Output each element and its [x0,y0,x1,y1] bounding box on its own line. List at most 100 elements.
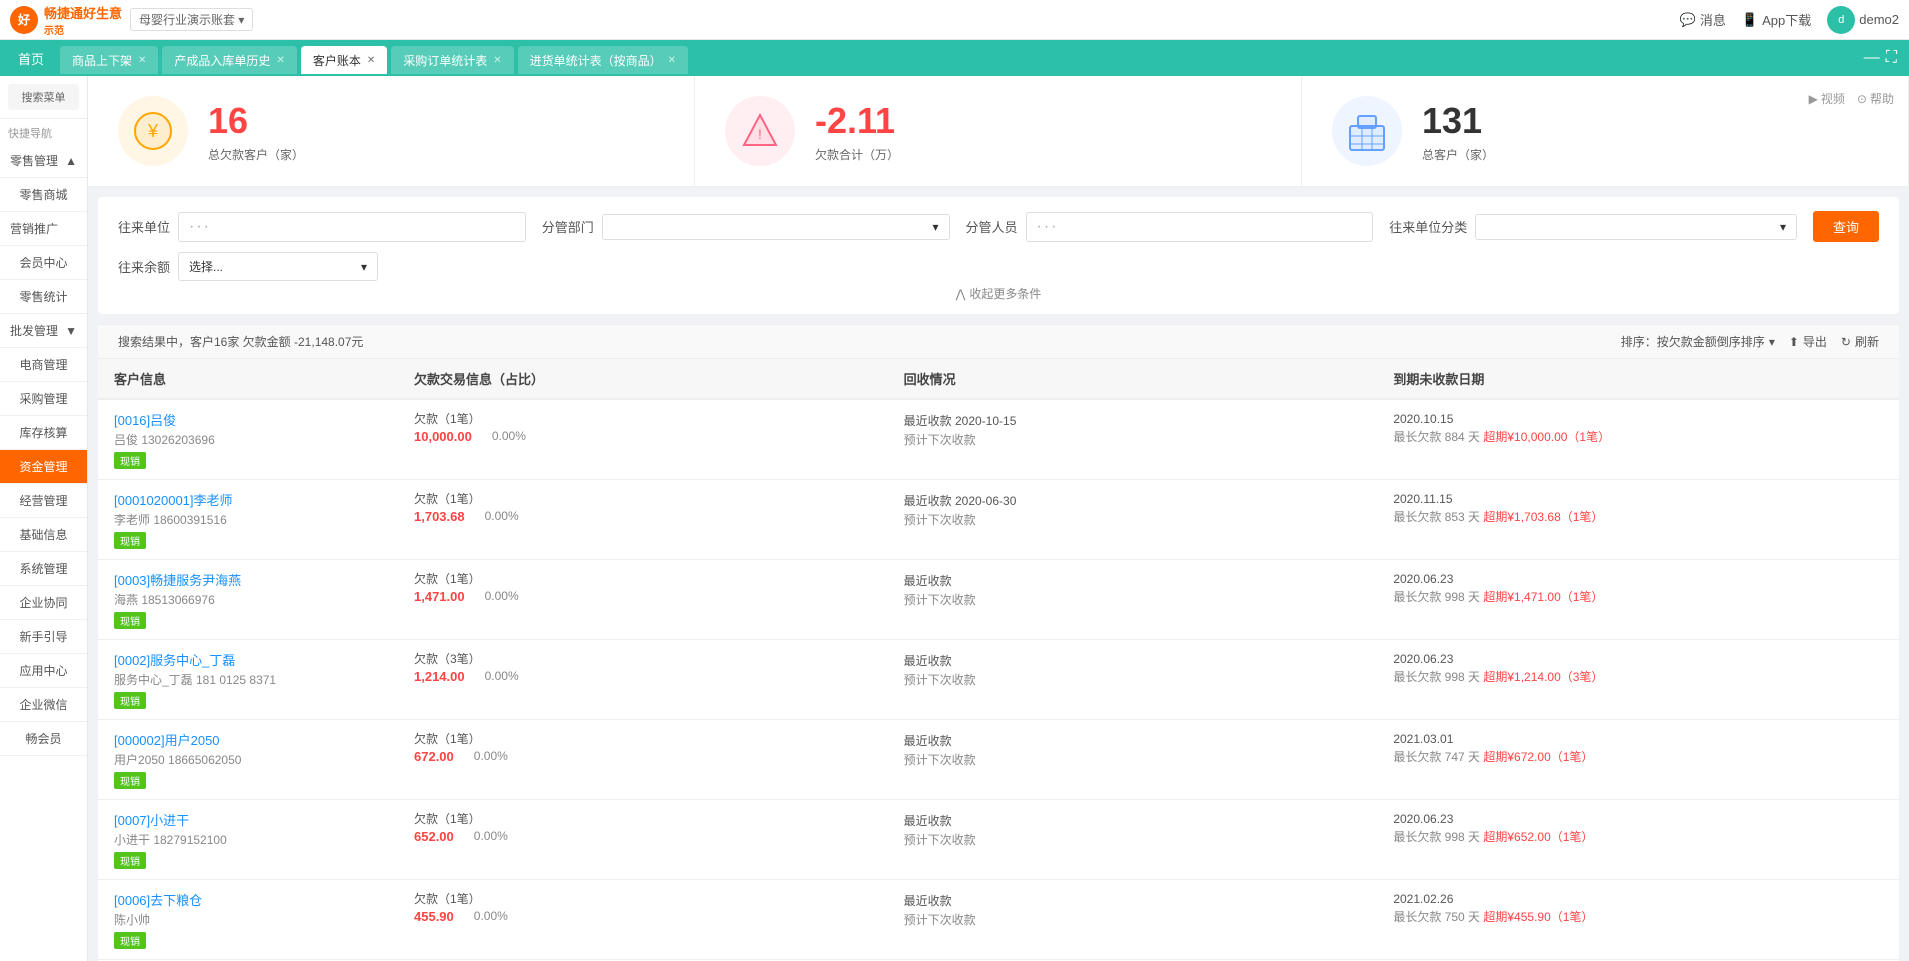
sidebar-item-wechat[interactable]: 企业微信 [0,688,87,722]
sidebar-item-batch-mgmt[interactable]: 批发管理 ▼ [0,314,87,348]
overdue-days-text-0: 最长欠款 884 天 [1393,430,1480,444]
tab-product-status[interactable]: 商品上下架 ✕ [60,46,158,74]
refresh-btn[interactable]: ↻ 刷新 [1841,333,1879,350]
overdue-link-5[interactable]: 超期¥652.00（1笔） [1483,830,1593,844]
close-icon[interactable]: ✕ [493,55,501,66]
export-btn[interactable]: ⬆ 导出 [1789,333,1827,350]
stat-info-customers: 131 总客户（家） [1422,100,1878,163]
tab-product-history[interactable]: 产成品入库单历史 ✕ [162,46,296,74]
close-icon[interactable]: ✕ [367,55,375,66]
message-btn[interactable]: 💬 消息 [1680,10,1726,29]
tab-purchase-stats[interactable]: 进货单统计表（按商品） ✕ [518,46,688,74]
overdue-days-text-5: 最长欠款 998 天 [1393,830,1480,844]
sidebar-item-retail-mgmt[interactable]: 零售管理 ▲ [0,144,87,178]
overdue-info-4: 2021.03.01 最长欠款 747 天 超期¥672.00（1笔） [1393,730,1883,765]
filter-unit-category: 往来单位分类 ▾ [1389,214,1797,240]
customer-name-6[interactable]: [0006]去下粮仓 [114,890,414,909]
collapse-btn[interactable]: ⋀ 收起更多条件 [956,285,1042,302]
customer-phone-1: 李老师 18600391516 [114,511,414,528]
customer-phone-5: 小进干 18279152100 [114,831,414,848]
tab-label: 商品上下架 [72,52,132,69]
system-selector[interactable]: 母婴行业演示账套 ▾ [130,8,253,31]
overdue-days-text-4: 最长欠款 747 天 [1393,750,1480,764]
tab-customer-account[interactable]: 客户账本 ✕ [301,46,387,74]
debt-info-4: 欠款（1笔） 672.00 0.00% [414,730,904,764]
sidebar-item-app-center[interactable]: 应用中心 [0,654,87,688]
sidebar-item-enterprise[interactable]: 企业协同 [0,586,87,620]
customer-name-3[interactable]: [0002]服务中心_丁磊 [114,650,414,669]
sidebar-item-retail-stats[interactable]: 零售统计 [0,280,87,314]
chevron-down-icon: ▾ [238,13,244,27]
balance-select[interactable]: 选择... ▾ [178,252,378,281]
minimize-icon[interactable]: — [1864,49,1880,67]
sidebar-item-member2[interactable]: 畅会员 [0,722,87,756]
overdue-days-5: 最长欠款 998 天 超期¥652.00（1笔） [1393,828,1883,845]
dept-select[interactable]: ▾ [602,214,950,240]
sidebar-item-system[interactable]: 系统管理 [0,552,87,586]
overdue-link-4[interactable]: 超期¥672.00（1笔） [1483,750,1593,764]
unit-category-select[interactable]: ▾ [1475,214,1797,240]
sidebar-item-purchase[interactable]: 采购管理 [0,382,87,416]
filter-row-2: 往来余额 选择... ▾ [118,252,1879,281]
sidebar-item-inventory[interactable]: 库存核算 [0,416,87,450]
tab-label: 采购订单统计表 [403,52,487,69]
tab-home[interactable]: 首页 [4,49,58,68]
recovery-next-2: 预计下次收款 [904,591,1394,608]
overdue-info-3: 2020.06.23 最长欠款 998 天 超期¥1,214.00（3笔） [1393,650,1883,685]
customer-tag-4: 现销 [114,772,146,789]
chevron-up-icon: ⋀ [956,287,966,301]
customer-info-6: [0006]去下粮仓 陈小帅 现销 [114,890,414,949]
overdue-link-0[interactable]: 超期¥10,000.00（1笔） [1483,430,1610,444]
col-overdue: 到期未收款日期 [1393,369,1883,388]
sidebar-item-operations[interactable]: 经营管理 [0,484,87,518]
overdue-link-1[interactable]: 超期¥1,703.68（1笔） [1483,510,1603,524]
app-download-btn[interactable]: 📱 App下载 [1742,10,1811,29]
export-label: 导出 [1803,333,1827,350]
help-btn[interactable]: ⊙ 帮助 [1857,90,1894,107]
video-btn[interactable]: ▶ 视频 [1809,90,1845,107]
debt-info-2: 欠款（1笔） 1,471.00 0.00% [414,570,904,604]
customer-name-5[interactable]: [0007]小进干 [114,810,414,829]
customer-name-4[interactable]: [000002]用户2050 [114,730,414,749]
filter-balance: 往来余额 选择... ▾ [118,252,358,281]
debt-count-3: 欠款（3笔） [414,650,904,667]
recovery-info-4: 最近收款 预计下次收款 [904,730,1394,768]
refresh-icon: ↻ [1841,335,1851,349]
close-icon[interactable]: ✕ [668,55,676,66]
debt-row-4: 672.00 0.00% [414,747,904,764]
sidebar-item-ecommerce[interactable]: 电商管理 [0,348,87,382]
customer-name-2[interactable]: [0003]畅捷服务尹海燕 [114,570,414,589]
sidebar-label: 营销推广 [10,220,58,237]
top-bar: 好 畅捷通好生意 示范 母婴行业演示账套 ▾ 💬 消息 📱 App下载 d [0,0,1909,40]
expand-icon[interactable]: ⛶ [1886,49,1897,67]
chevron-down-icon: ▾ [361,260,367,274]
sidebar-item-marketing[interactable]: 营销推广 [0,212,87,246]
customer-name-1[interactable]: [0001020001]李老师 [114,490,414,509]
close-icon[interactable]: ✕ [276,55,284,66]
stat-top-right: ▶ 视频 ⊙ 帮助 [1809,90,1894,107]
overdue-link-6[interactable]: 超期¥455.90（1笔） [1483,910,1593,924]
sidebar-item-retail-shop[interactable]: 零售商城 [0,178,87,212]
sidebar-item-new-guide[interactable]: 新手引导 [0,620,87,654]
user-avatar[interactable]: d demo2 [1827,6,1899,34]
debt-percent-3: 0.00% [485,669,519,683]
video-label: 视频 [1821,90,1845,107]
sidebar-item-basic-info[interactable]: 基础信息 [0,518,87,552]
sidebar-item-finance[interactable]: 资金管理 [0,450,87,484]
tab-purchase-order[interactable]: 采购订单统计表 ✕ [391,46,513,74]
overdue-link-3[interactable]: 超期¥1,214.00（3笔） [1483,670,1603,684]
debt-customers-label: 总欠款客户（家） [208,146,664,163]
overdue-info-1: 2020.11.15 最长欠款 853 天 超期¥1,703.68（1笔） [1393,490,1883,525]
sidebar-search[interactable]: 搜索菜单 [0,76,87,119]
search-button[interactable]: 查询 [1813,211,1879,242]
debt-percent-2: 0.00% [485,589,519,603]
close-icon[interactable]: ✕ [138,55,146,66]
sort-label[interactable]: 排序：按欠款金额倒序排序 ▾ [1621,333,1775,350]
from-unit-input[interactable]: ··· [178,212,526,242]
sidebar-item-member[interactable]: 会员中心 [0,246,87,280]
manager-input[interactable]: ··· [1026,212,1374,242]
customer-phone-3: 服务中心_丁磊 181 0125 8371 [114,671,414,688]
customer-name-0[interactable]: [0016]吕俊 [114,410,414,429]
overdue-link-2[interactable]: 超期¥1,471.00（1笔） [1483,590,1603,604]
search-menu-btn[interactable]: 搜索菜单 [8,84,79,110]
